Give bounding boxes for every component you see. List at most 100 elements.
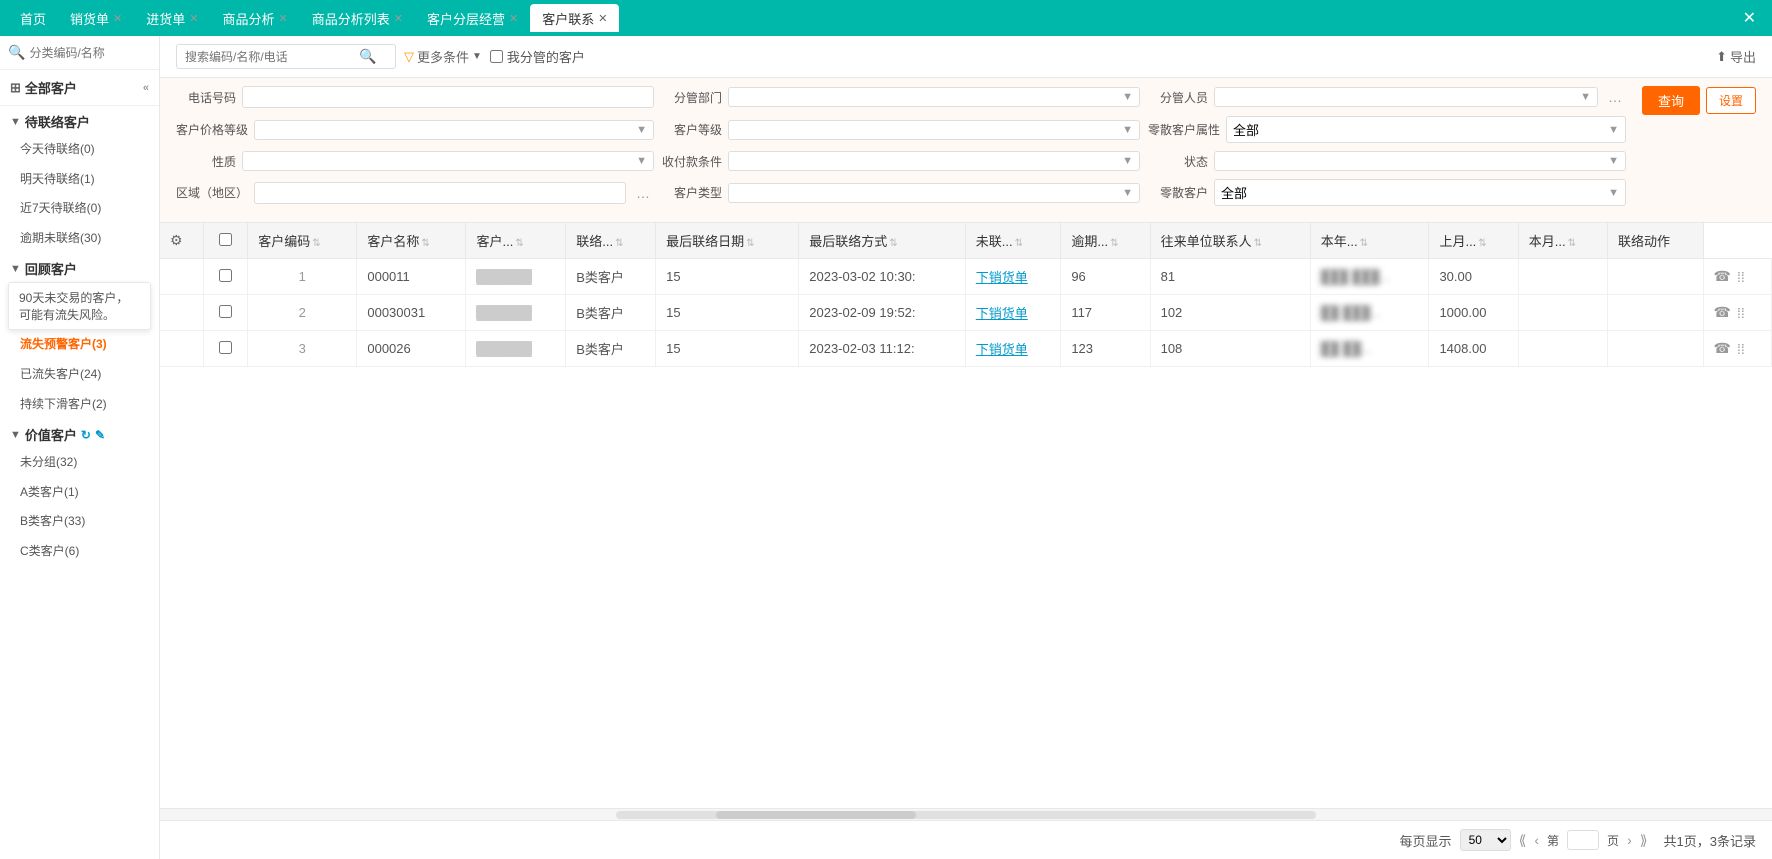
tab-sales-order[interactable]: 销货单 ✕ (58, 4, 134, 32)
col-not-contacted[interactable]: 未联...⇅ (965, 223, 1061, 259)
status-select[interactable]: ▼ (1214, 151, 1626, 171)
row-checkbox-0[interactable] (203, 259, 247, 295)
section-review-customers[interactable]: ▼ 回顾客户 (0, 253, 159, 282)
settings-button[interactable]: 设置 (1706, 87, 1756, 114)
sidebar-item-churned[interactable]: 已流失客户(24) (0, 360, 159, 390)
col-last-month[interactable]: 上月...⇅ (1429, 223, 1518, 259)
action-more-2[interactable]: ⁞⁞ (1737, 341, 1745, 357)
row-type-2: B类客户 (566, 331, 656, 367)
search-btn-icon[interactable]: 🔍 (359, 48, 376, 65)
sidebar-item-7days[interactable]: 近7天待联络(0) (0, 194, 159, 224)
close-tab-sales[interactable]: ✕ (113, 12, 122, 25)
query-button[interactable]: 查询 (1642, 86, 1700, 115)
close-tab-customer-contact[interactable]: ✕ (598, 12, 607, 25)
sidebar-item-class-c[interactable]: C类客户(6) (0, 537, 159, 567)
tab-customer-contact[interactable]: 客户联系 ✕ (530, 4, 619, 32)
close-all-tabs[interactable]: ✕ (1735, 8, 1764, 28)
search-input[interactable] (185, 50, 355, 64)
col-this-month[interactable]: 本月...⇅ (1518, 223, 1607, 259)
page-number-input[interactable]: 1 (1567, 830, 1599, 850)
sidebar-collapse-icon[interactable]: « (143, 82, 149, 94)
sidebar-item-today[interactable]: 今天待联络(0) (0, 135, 159, 165)
tab-customer-layer[interactable]: 客户分层经营 ✕ (415, 4, 530, 32)
page-size-select[interactable]: 50 100 (1460, 829, 1511, 851)
tab-home[interactable]: 首页 (8, 9, 58, 28)
sidebar-item-ungrouped[interactable]: 未分组(32) (0, 448, 159, 478)
tab-purchase-order[interactable]: 进货单 ✕ (134, 4, 210, 32)
select-all-checkbox[interactable] (219, 233, 232, 246)
col-contact[interactable]: 联络...⇅ (566, 223, 656, 259)
sidebar-item-overdue[interactable]: 逾期未联络(30) (0, 224, 159, 254)
customer-type-select[interactable]: ▼ (728, 183, 1140, 203)
refresh-icon[interactable]: ↻ (81, 428, 91, 442)
row-last-way-0[interactable]: 下销货单 (965, 259, 1061, 295)
row-select-0[interactable] (219, 269, 232, 282)
price-level-select[interactable]: ▼ (254, 120, 654, 140)
my-customers-toggle[interactable]: 我分管的客户 (490, 47, 585, 66)
customer-level-select[interactable]: ▼ (728, 120, 1140, 140)
action-contact-1[interactable]: ☎ (1714, 304, 1731, 321)
section-value-customers[interactable]: ▼ 价值客户 ↻ ✎ (0, 419, 159, 448)
scrollbar-track[interactable] (616, 811, 1316, 819)
region-input[interactable] (254, 182, 626, 204)
action-more-0[interactable]: ⁞⁞ (1737, 269, 1745, 285)
retail-select[interactable]: 全部 ▼ (1214, 179, 1626, 206)
arrow-icon-2: ▼ (10, 263, 21, 275)
region-dots[interactable]: … (632, 185, 654, 201)
nature-select[interactable]: ▼ (242, 151, 654, 171)
section-pending-contact[interactable]: ▼ 待联络客户 (0, 106, 159, 135)
row-last-way-1[interactable]: 下销货单 (965, 295, 1061, 331)
col-last-date[interactable]: 最后联络日期⇅ (656, 223, 799, 259)
row-checkbox-2[interactable] (203, 331, 247, 367)
col-code[interactable]: 客户编码⇅ (248, 223, 357, 259)
row-settings-0 (160, 259, 203, 295)
close-tab-product-list[interactable]: ✕ (394, 12, 403, 25)
sidebar-search-input[interactable] (29, 46, 160, 60)
row-checkbox-1[interactable] (203, 295, 247, 331)
filter-row-4: 区域（地区） … 客户类型 ▼ 零散客户 (176, 179, 1626, 206)
action-contact-0[interactable]: ☎ (1714, 268, 1731, 285)
next-page-btn[interactable]: › (1627, 832, 1632, 848)
col-unit-contact[interactable]: 往来单位联系人⇅ (1150, 223, 1310, 259)
edit-icon[interactable]: ✎ (95, 428, 105, 442)
row-last-way-2[interactable]: 下销货单 (965, 331, 1061, 367)
action-more-1[interactable]: ⁞⁞ (1737, 305, 1745, 321)
col-name[interactable]: 客户名称⇅ (357, 223, 466, 259)
col-last-way[interactable]: 最后联络方式⇅ (799, 223, 966, 259)
dept-select[interactable]: ▼ (728, 87, 1140, 107)
sidebar-item-tomorrow[interactable]: 明天待联络(1) (0, 165, 159, 195)
tab-product-analysis-list[interactable]: 商品分析列表 ✕ (300, 4, 415, 32)
row-overdue-1: 102 (1150, 295, 1310, 331)
person-select[interactable]: ▼ (1214, 87, 1598, 107)
col-this-year[interactable]: 本年...⇅ (1310, 223, 1429, 259)
action-contact-2[interactable]: ☎ (1714, 340, 1731, 357)
filter-cell-retail: 零散客户 全部 ▼ (1148, 179, 1626, 206)
close-tab-purchase[interactable]: ✕ (189, 12, 198, 25)
phone-input[interactable] (242, 86, 654, 108)
row-select-2[interactable] (219, 341, 232, 354)
table-wrapper: ⚙ 客户编码⇅ 客户名称⇅ 客户...⇅ 联络...⇅ 最后联络日期⇅ 最后联络… (160, 223, 1772, 808)
table-settings-icon[interactable]: ⚙ (170, 232, 183, 248)
col-overdue[interactable]: 逾期...⇅ (1061, 223, 1150, 259)
person-dots[interactable]: … (1604, 89, 1626, 105)
last-page-btn[interactable]: ⟫ (1640, 832, 1648, 849)
sidebar-item-churn-warning[interactable]: 流失预警客户(3) (0, 330, 159, 360)
sidebar-item-declining[interactable]: 持续下滑客户(2) (0, 390, 159, 420)
tab-product-analysis[interactable]: 商品分析 ✕ (210, 4, 299, 32)
close-tab-product-analysis[interactable]: ✕ (279, 12, 288, 25)
export-btn[interactable]: ⬆ 导出 (1716, 47, 1756, 66)
first-page-btn[interactable]: ⟪ (1519, 832, 1527, 849)
sidebar-item-class-a[interactable]: A类客户(1) (0, 478, 159, 508)
sidebar-item-class-b[interactable]: B类客户(33) (0, 507, 159, 537)
scrollbar-thumb[interactable] (716, 811, 916, 819)
retail-attr-select[interactable]: 全部 ▼ (1226, 116, 1626, 143)
payment-select[interactable]: ▼ (728, 151, 1140, 171)
close-tab-customer-layer[interactable]: ✕ (509, 12, 518, 25)
col-settings[interactable]: ⚙ (160, 223, 203, 259)
sidebar-all-customers[interactable]: ⊞ 全部客户 « (0, 70, 159, 106)
prev-page-btn[interactable]: ‹ (1534, 832, 1539, 848)
more-filter-btn[interactable]: ▽ 更多条件 ▼ (404, 47, 482, 66)
row-select-1[interactable] (219, 305, 232, 318)
my-customers-checkbox[interactable] (490, 50, 503, 63)
col-type[interactable]: 客户...⇅ (466, 223, 566, 259)
